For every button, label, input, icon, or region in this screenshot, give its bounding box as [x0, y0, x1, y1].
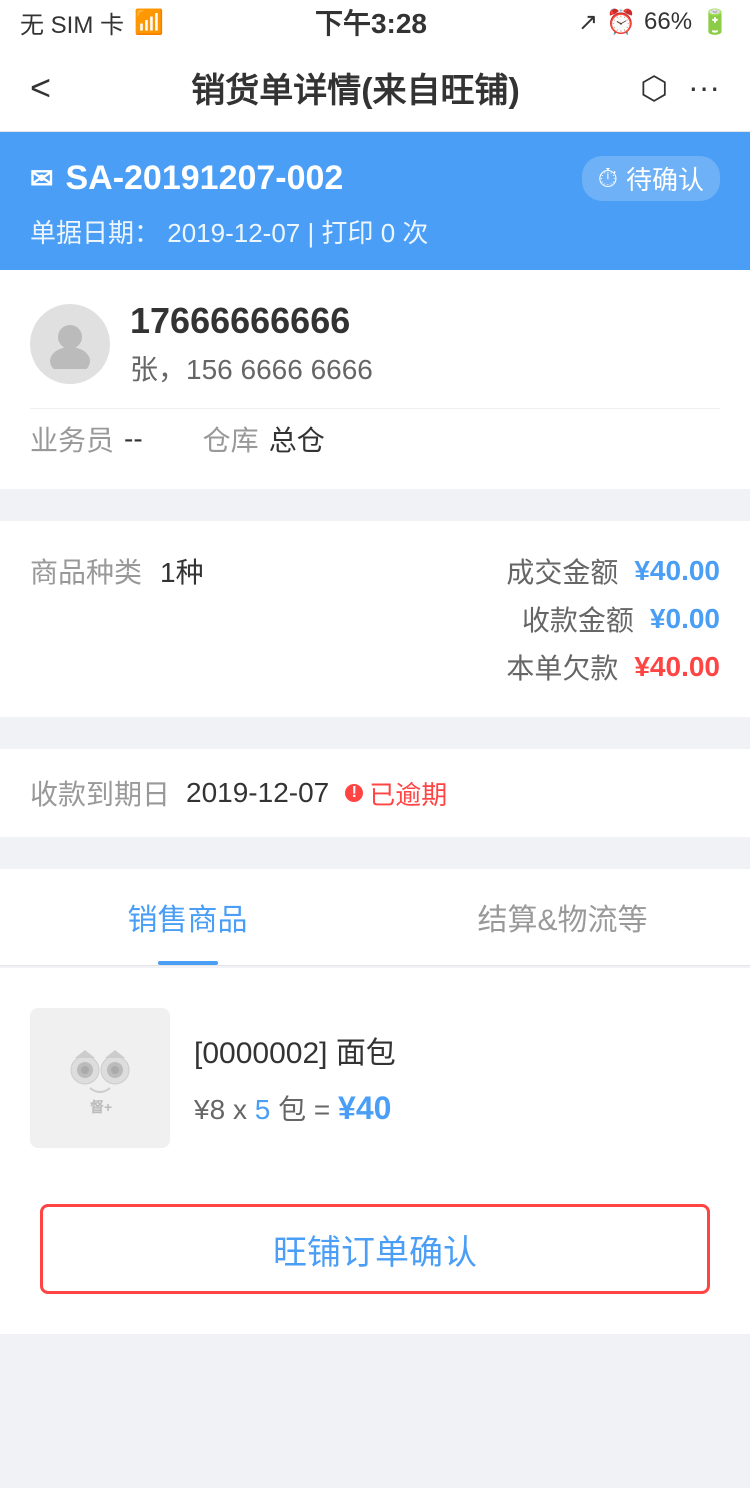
- due-date-value: 2019-12-07: [186, 777, 329, 809]
- order-date-value: 2019-12-07: [167, 218, 300, 248]
- overdue-text: 已逾期: [369, 775, 447, 812]
- battery-icon: 🔋: [700, 8, 730, 37]
- warehouse-item: 仓库 总仓: [203, 419, 325, 459]
- quantity: 5: [255, 1094, 271, 1125]
- overdue-badge: ! 已逾期: [345, 775, 447, 812]
- status-left: 无 SIM 卡 📶: [20, 5, 164, 40]
- tab-settlement-label: 结算&物流等: [477, 904, 647, 937]
- sales-label: 业务员: [30, 419, 114, 459]
- received-value: ¥0.00: [650, 603, 720, 635]
- amount-label: 成交金额: [506, 551, 618, 591]
- nav-bar: < 销货单详情(来自旺铺) ⬡ ···: [0, 44, 750, 132]
- received-row: 收款金额 ¥0.00: [522, 599, 720, 639]
- order-number-text: SA-20191207-002: [65, 159, 343, 198]
- warehouse-value: 总仓: [269, 419, 325, 459]
- product-code: [0000002]: [194, 1037, 327, 1070]
- order-status-text: 待确认: [626, 160, 704, 197]
- owed-label: 本单欠款: [506, 647, 618, 687]
- order-header-card: ✉ SA-20191207-002 ⏱ 待确认 单据日期： 2019-12-07…: [0, 132, 750, 270]
- confirm-button-container: 旺铺订单确认: [0, 1184, 750, 1334]
- order-date-info: 单据日期： 2019-12-07 | 打印 0 次: [30, 213, 720, 250]
- product-details: [0000002] 面包 ¥8 x 5 包 = ¥40: [194, 1008, 720, 1148]
- customer-avatar: [30, 304, 110, 384]
- total-price: ¥40: [338, 1090, 391, 1126]
- status-bar: 无 SIM 卡 📶 下午3:28 ↗ ⏰ 66% 🔋: [0, 0, 750, 44]
- customer-card: 17666666666 张，156 6666 6666 业务员 -- 仓库 总仓: [0, 270, 750, 489]
- received-label: 收款金额: [522, 599, 634, 639]
- owed-row: 本单欠款 ¥40.00: [506, 647, 720, 687]
- more-button[interactable]: ···: [688, 69, 720, 106]
- summary-card: 商品种类 1种 成交金额 ¥40.00 收款金额 ¥0.00 本单欠款 ¥40.…: [0, 521, 750, 717]
- order-icon: ✉: [30, 162, 53, 195]
- warehouse-label: 仓库: [203, 419, 259, 459]
- tabs: 销售商品 结算&物流等: [0, 869, 750, 966]
- battery-text: 66%: [644, 8, 692, 36]
- product-type-value: 1种: [160, 551, 204, 591]
- product-item: 督+ [0000002] 面包 ¥8 x 5 包 = ¥40: [30, 988, 720, 1168]
- customer-name: 张，156 6666 6666: [130, 348, 373, 388]
- svg-text:督+: 督+: [90, 1099, 112, 1115]
- due-date-card: 收款到期日 2019-12-07 ! 已逾期: [0, 749, 750, 837]
- divider-2: [0, 733, 750, 749]
- separator: |: [307, 218, 321, 248]
- product-title: 面包: [336, 1037, 396, 1070]
- product-type-item: 商品种类 1种: [30, 551, 204, 591]
- multiply-sign: x: [233, 1094, 255, 1125]
- customer-details: 业务员 -- 仓库 总仓: [30, 408, 720, 459]
- product-list: 督+ [0000002] 面包 ¥8 x 5 包 = ¥40: [0, 968, 750, 1188]
- equals-sign: =: [314, 1094, 338, 1125]
- back-button[interactable]: <: [30, 67, 51, 109]
- tab-sales-products[interactable]: 销售商品: [0, 869, 375, 965]
- product-thumbnail: 督+: [30, 1008, 170, 1148]
- owed-value: ¥40.00: [634, 651, 720, 683]
- sales-value: --: [124, 423, 143, 455]
- share-button[interactable]: ⬡: [640, 69, 668, 107]
- date-label: 单据日期：: [30, 218, 160, 248]
- product-name: [0000002] 面包: [194, 1028, 720, 1072]
- order-number: ✉ SA-20191207-002: [30, 159, 343, 198]
- alarm-icon: ⏰: [606, 8, 636, 37]
- overdue-icon: !: [345, 784, 363, 802]
- product-type-label: 商品种类: [30, 551, 150, 591]
- no-sim-text: 无 SIM 卡: [20, 5, 124, 40]
- unit-price: ¥8: [194, 1094, 225, 1125]
- amount-row: 成交金额 ¥40.00: [506, 551, 720, 591]
- divider-1: [0, 505, 750, 521]
- page-title: 销货单详情(来自旺铺): [71, 63, 640, 112]
- status-right: ↗ ⏰ 66% 🔋: [578, 8, 730, 37]
- location-icon: ↗: [578, 8, 598, 37]
- tab-settlement[interactable]: 结算&物流等: [375, 869, 750, 965]
- confirm-order-button[interactable]: 旺铺订单确认: [40, 1204, 710, 1294]
- tab-sales-label: 销售商品: [128, 904, 248, 937]
- summary-right: 成交金额 ¥40.00 收款金额 ¥0.00 本单欠款 ¥40.00: [506, 551, 720, 687]
- due-label: 收款到期日: [30, 773, 170, 813]
- customer-info: 17666666666 张，156 6666 6666: [130, 300, 373, 388]
- status-time: 下午3:28: [315, 2, 427, 42]
- divider-3: [0, 853, 750, 869]
- order-status-badge: ⏱ 待确认: [582, 156, 720, 201]
- confirm-button-label: 旺铺订单确认: [273, 1225, 477, 1274]
- print-info: 打印 0 次: [321, 218, 428, 248]
- amount-value: ¥40.00: [634, 555, 720, 587]
- product-price-formula: ¥8 x 5 包 = ¥40: [194, 1088, 720, 1128]
- product-logo: 督+: [60, 1038, 140, 1118]
- customer-phone: 17666666666: [130, 300, 373, 342]
- wifi-icon: 📶: [134, 8, 164, 37]
- sales-item: 业务员 --: [30, 419, 143, 459]
- summary-left: 商品种类 1种: [30, 551, 204, 591]
- unit: 包: [278, 1094, 306, 1125]
- status-clock-icon: ⏱: [598, 163, 618, 195]
- nav-actions: ⬡ ···: [640, 69, 720, 107]
